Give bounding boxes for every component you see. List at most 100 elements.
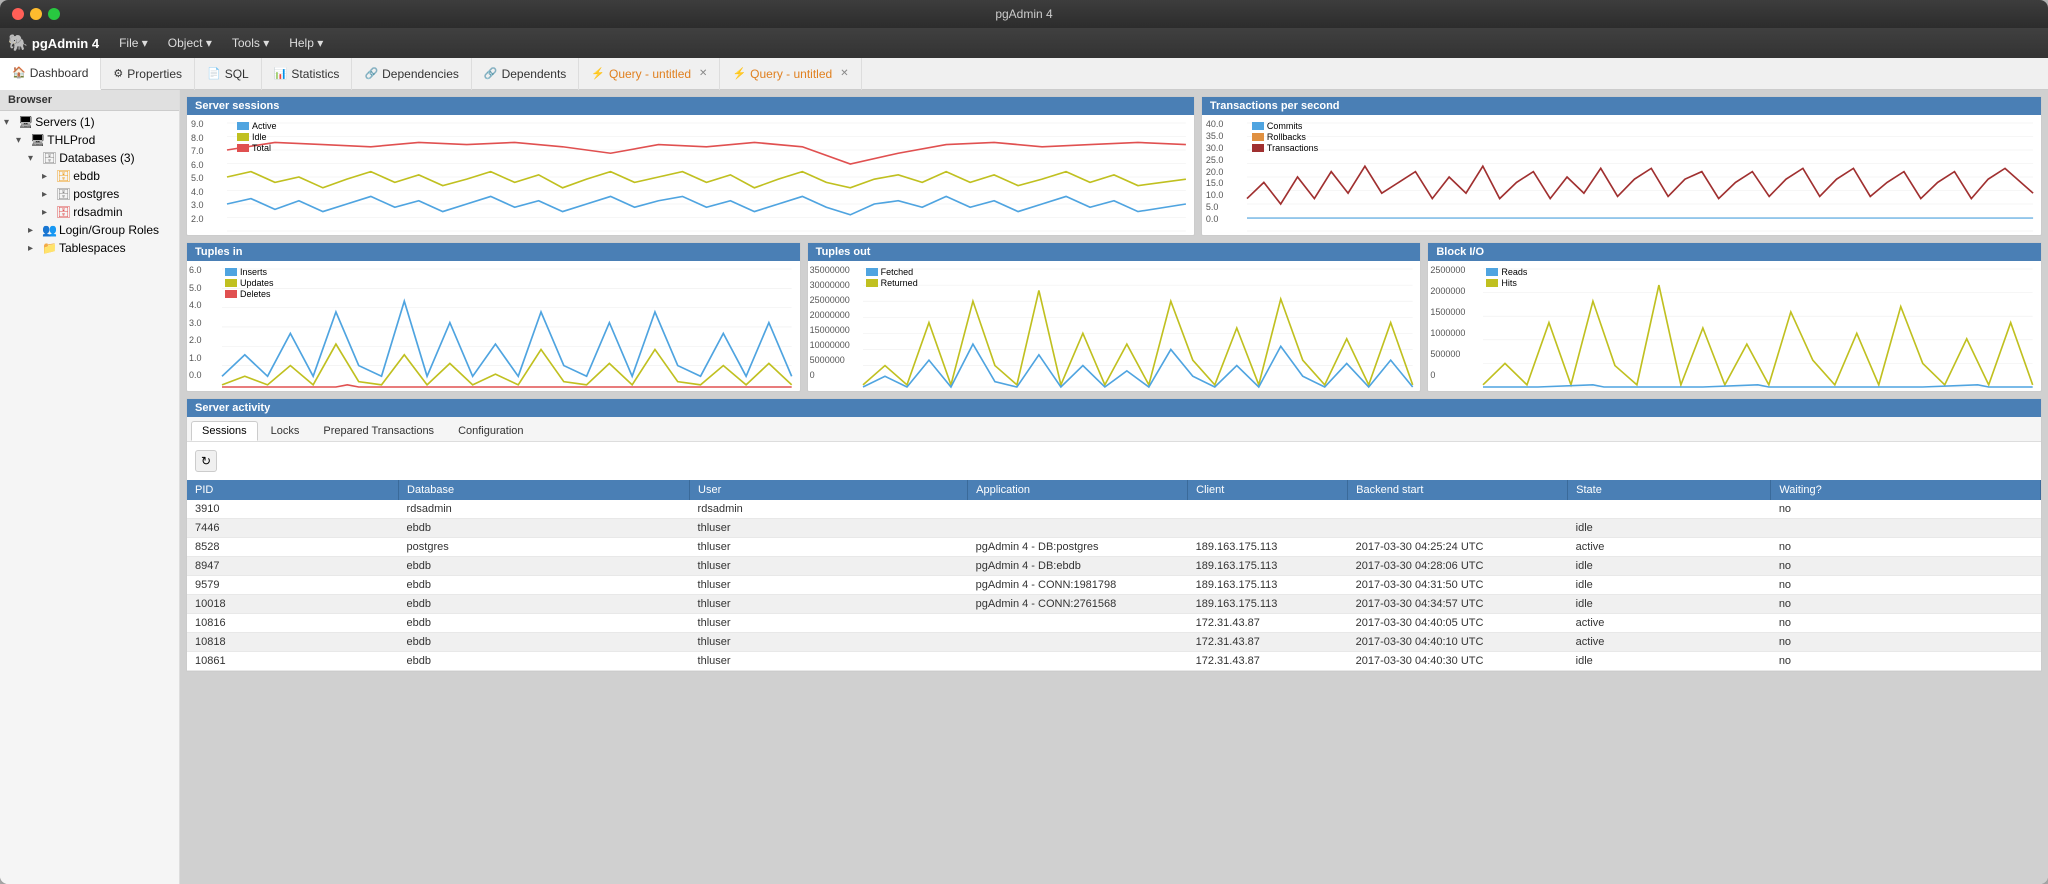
legend-inserts-label: Inserts (240, 267, 267, 277)
table-cell: 2017-03-30 04:40:05 UTC (1348, 614, 1568, 633)
sidebar-item-servers[interactable]: ▾ 🖥 Servers (1) (0, 113, 179, 131)
tin-y-2: 2.0 (189, 335, 202, 345)
table-cell (968, 500, 1188, 519)
tin-y-1: 1.0 (189, 353, 202, 363)
dependents-icon: 🔗 (484, 67, 498, 80)
tab-sql[interactable]: 📄 SQL (195, 58, 262, 90)
window-controls[interactable] (12, 8, 60, 20)
legend-reads-label: Reads (1501, 267, 1527, 277)
servers-icon: 🖥 (18, 115, 33, 129)
ebdb-label: ebdb (73, 169, 100, 183)
sidebar-item-rdsadmin[interactable]: ▸ 🗄 rdsadmin (0, 203, 179, 221)
menu-object[interactable]: Object ▾ (160, 34, 220, 52)
charts-row-1: Server sessions 9.0 8.0 7.0 6.0 5.0 4.0 … (186, 96, 2042, 236)
activity-tab-locks[interactable]: Locks (260, 421, 311, 441)
tout-y-25m: 25000000 (810, 295, 850, 305)
tuples-in-body: 6.0 5.0 4.0 3.0 2.0 1.0 0.0 (187, 261, 800, 391)
table-cell: no (1771, 652, 2041, 671)
bio-legend: Reads Hits (1486, 267, 1527, 288)
table-row[interactable]: 8528postgresthluserpgAdmin 4 - DB:postgr… (187, 538, 2041, 557)
sidebar-item-login-roles[interactable]: ▸ 👥 Login/Group Roles (0, 221, 179, 239)
table-row[interactable]: 3910rdsadminrdsadminno (187, 500, 2041, 519)
tab-query1[interactable]: ⚡ Query - untitled ✕ (579, 58, 720, 90)
table-row[interactable]: 10818ebdbthluser172.31.43.872017-03-30 0… (187, 633, 2041, 652)
legend-idle-label: Idle (252, 132, 267, 142)
tuples-in-chart (222, 269, 792, 387)
sidebar-item-databases[interactable]: ▾ 🗄 Databases (3) (0, 149, 179, 167)
col-database: Database (399, 480, 690, 500)
sidebar-item-ebdb[interactable]: ▸ 🗄 ebdb (0, 167, 179, 185)
legend-returned-label: Returned (881, 278, 918, 288)
activity-tab-prepared-transactions[interactable]: Prepared Transactions (312, 421, 445, 441)
expand-ebdb-icon: ▸ (42, 171, 54, 182)
activity-tab-configuration[interactable]: Configuration (447, 421, 534, 441)
col-pid: PID (187, 480, 399, 500)
y-axis-9: 9.0 (191, 119, 204, 129)
sql-icon: 📄 (207, 67, 221, 80)
expand-login-icon: ▸ (28, 225, 40, 236)
table-cell: 2017-03-30 04:25:24 UTC (1348, 538, 1568, 557)
tab-properties[interactable]: ⚙ Properties (101, 58, 195, 90)
table-cell: 8528 (187, 538, 399, 557)
sidebar-item-tablespaces[interactable]: ▸ 📁 Tablespaces (0, 239, 179, 257)
table-cell: 189.163.175.113 (1188, 557, 1348, 576)
legend-transactions-label: Transactions (1267, 143, 1318, 153)
menubar: 🐘 pgAdmin 4 File ▾ Object ▾ Tools ▾ Help… (0, 28, 2048, 58)
tps-legend: Commits Rollbacks Transactions (1252, 121, 1318, 153)
expand-postgres-icon: ▸ (42, 189, 54, 200)
menu-tools[interactable]: Tools ▾ (224, 34, 277, 52)
close-button[interactable] (12, 8, 24, 20)
table-row[interactable]: 8947ebdbthluserpgAdmin 4 - DB:ebdb189.16… (187, 557, 2041, 576)
tab-query2[interactable]: ⚡ Query - untitled ✕ (720, 58, 861, 90)
locks-tab-label: Locks (271, 425, 300, 437)
minimize-button[interactable] (30, 8, 42, 20)
tab-query1-label: Query - untitled (609, 67, 691, 81)
sidebar-item-postgres[interactable]: ▸ 🗄 postgres (0, 185, 179, 203)
tout-y-15m: 15000000 (810, 325, 850, 335)
sidebar-item-thlprod[interactable]: ▾ 🖥 THLProd (0, 131, 179, 149)
legend-rollbacks-label: Rollbacks (1267, 132, 1306, 142)
table-cell: 10861 (187, 652, 399, 671)
table-cell: 2017-03-30 04:31:50 UTC (1348, 576, 1568, 595)
tab-dependents[interactable]: 🔗 Dependents (472, 58, 579, 90)
table-cell: 2017-03-30 04:34:57 UTC (1348, 595, 1568, 614)
server-activity-panel: Server activity Sessions Locks Prepared … (186, 398, 2042, 672)
table-row[interactable]: 10018ebdbthluserpgAdmin 4 - CONN:2761568… (187, 595, 2041, 614)
table-row[interactable]: 10861ebdbthluser172.31.43.872017-03-30 0… (187, 652, 2041, 671)
table-cell: 172.31.43.87 (1188, 652, 1348, 671)
content-area: Server sessions 9.0 8.0 7.0 6.0 5.0 4.0 … (180, 90, 2048, 884)
tab-dashboard[interactable]: 🏠 Dashboard (0, 58, 101, 90)
ebdb-icon: 🗄 (56, 169, 71, 183)
tuples-out-chart (863, 269, 1413, 387)
tab-query1-close[interactable]: ✕ (699, 68, 707, 79)
table-cell: 2017-03-30 04:40:10 UTC (1348, 633, 1568, 652)
menu-help[interactable]: Help ▾ (281, 34, 331, 52)
refresh-button[interactable]: ↻ (195, 450, 217, 472)
tps-y-30: 30.0 (1206, 143, 1224, 153)
transactions-panel: Transactions per second 40.0 35.0 30.0 2… (1201, 96, 2042, 236)
tin-y-3: 3.0 (189, 318, 202, 328)
y-axis-3: 3.0 (191, 200, 204, 210)
table-cell (1771, 519, 2041, 538)
table-row[interactable]: 10816ebdbthluser172.31.43.872017-03-30 0… (187, 614, 2041, 633)
tout-y-20m: 20000000 (810, 310, 850, 320)
tab-statistics[interactable]: 📊 Statistics (262, 58, 353, 90)
table-cell: ebdb (399, 614, 690, 633)
table-cell: thluser (690, 538, 968, 557)
table-cell: 3910 (187, 500, 399, 519)
rdsadmin-label: rdsadmin (73, 205, 122, 219)
table-cell: active (1568, 538, 1771, 557)
tuples-in-panel: Tuples in 6.0 5.0 4.0 3.0 2.0 1.0 0.0 (186, 242, 801, 392)
menu-file[interactable]: File ▾ (111, 34, 156, 52)
tab-query2-close[interactable]: ✕ (840, 68, 848, 79)
col-user: User (690, 480, 968, 500)
block-io-body: 2500000 2000000 1500000 1000000 500000 0 (1428, 261, 2041, 391)
maximize-button[interactable] (48, 8, 60, 20)
tab-dependencies[interactable]: 🔗 Dependencies (352, 58, 471, 90)
table-row[interactable]: 7446ebdbthluseridle (187, 519, 2041, 538)
tps-y-25: 25.0 (1206, 155, 1224, 165)
table-cell: 189.163.175.113 (1188, 576, 1348, 595)
table-cell: no (1771, 633, 2041, 652)
activity-tab-sessions[interactable]: Sessions (191, 421, 258, 441)
table-row[interactable]: 9579ebdbthluserpgAdmin 4 - CONN:19817981… (187, 576, 2041, 595)
